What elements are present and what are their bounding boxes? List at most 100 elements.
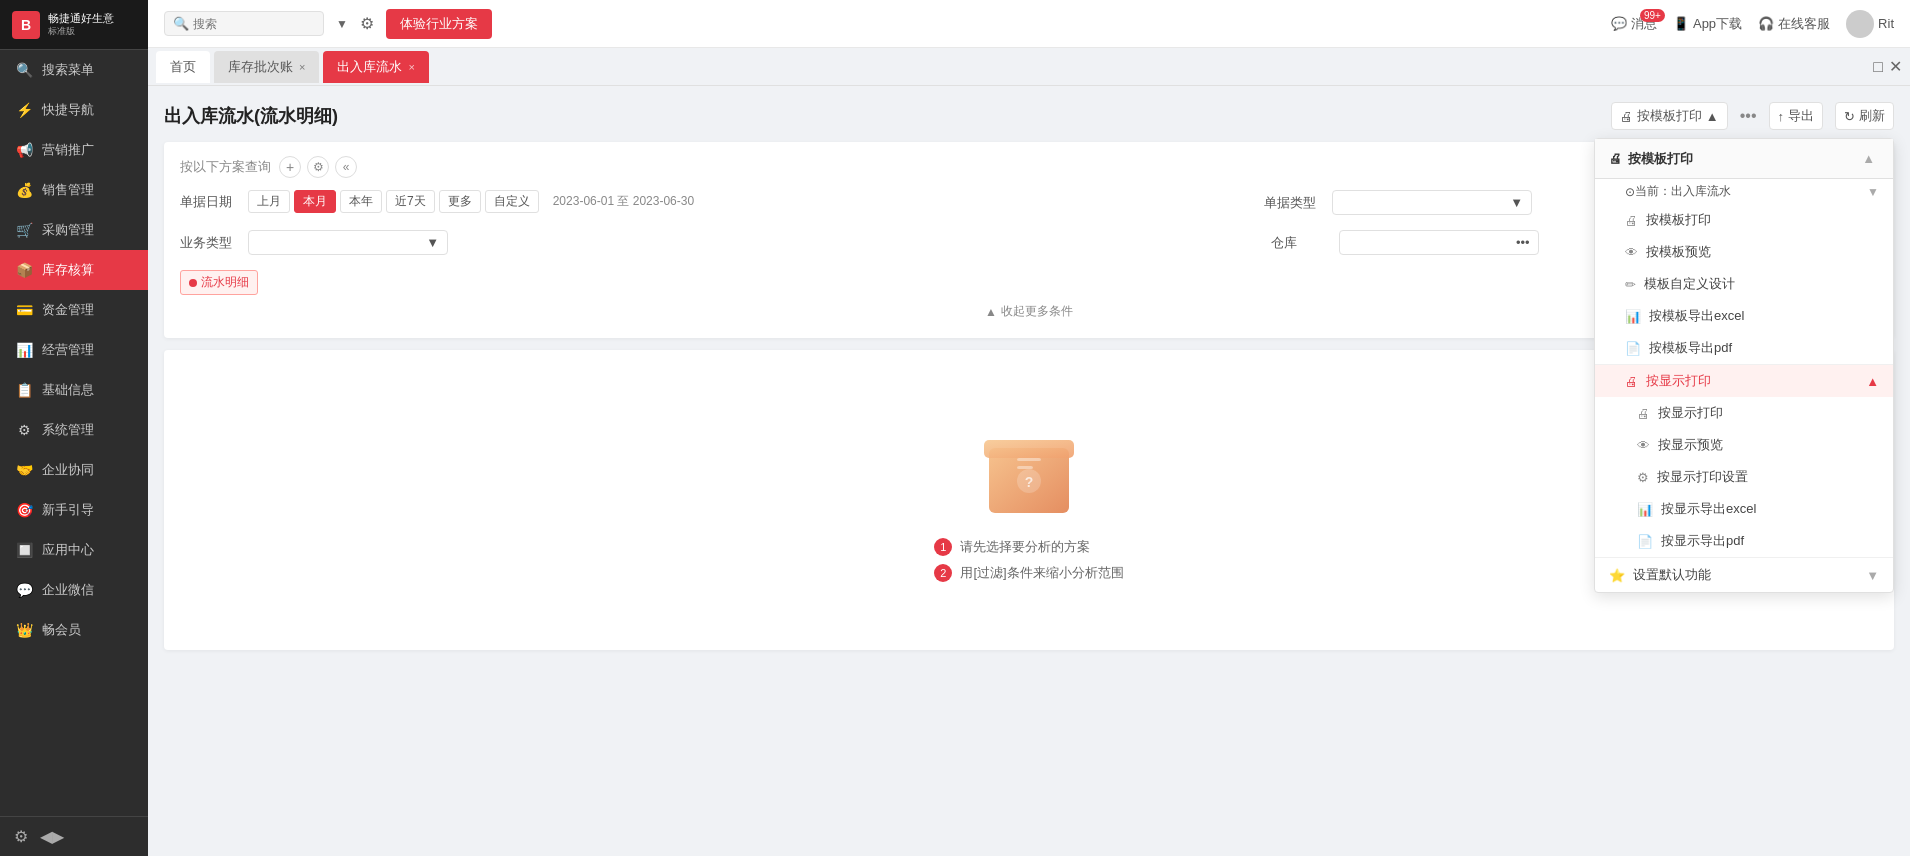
- business-type-select[interactable]: ▼: [248, 230, 448, 255]
- sidebar-item-member[interactable]: 👑 畅会员: [0, 610, 148, 650]
- display-excel-item[interactable]: 📊 按显示导出excel: [1595, 493, 1893, 525]
- set-default-item[interactable]: ⭐ 设置默认功能 ▼: [1595, 558, 1893, 592]
- sidebar-item-marketing[interactable]: 📢 营销推广: [0, 130, 148, 170]
- main-area: 🔍 ▼ ⚙ 体验行业方案 💬 消息 99+ 📱 App下载 🎧 在线客服 Rit: [148, 0, 1910, 856]
- template-print-section: ⊙ 当前：出入库流水 ▼ 🖨 按模板打印 👁 按模板预览: [1595, 179, 1893, 365]
- tab-close-all-btn[interactable]: ✕: [1889, 57, 1902, 76]
- empty-step-2-text: 用[过滤]条件来缩小分析范围: [960, 564, 1123, 582]
- date-btn-this-year[interactable]: 本年: [340, 190, 382, 213]
- sidebar-item-system[interactable]: ⚙ 系统管理: [0, 410, 148, 450]
- sidebar-item-purchase[interactable]: 🛒 采购管理: [0, 210, 148, 250]
- page-header: 出入库流水(流水明细) 🖨 按模板打印 ▲ ••• ↑ 导出 ↻ 刷新: [164, 102, 1894, 130]
- refresh-btn[interactable]: ↻ 刷新: [1835, 102, 1894, 130]
- trial-btn[interactable]: 体验行业方案: [386, 9, 492, 39]
- collapse-btn[interactable]: ▲ 收起更多条件: [973, 299, 1085, 324]
- refresh-icon: ↻: [1844, 109, 1855, 124]
- warehouse-label: 仓库: [1271, 234, 1331, 252]
- pdf-icon-2: 📄: [1637, 534, 1653, 549]
- step-num-1: 1: [934, 538, 952, 556]
- sidebar-item-quick-nav[interactable]: ⚡ 快捷导航: [0, 90, 148, 130]
- guide-icon: 🎯: [14, 500, 34, 520]
- sidebar-item-appstore[interactable]: 🔲 应用中心: [0, 530, 148, 570]
- sidebar-item-label-purchase: 采购管理: [42, 221, 94, 239]
- purchase-icon: 🛒: [14, 220, 34, 240]
- sidebar-item-enterprise[interactable]: 🤝 企业协同: [0, 450, 148, 490]
- app-logo-icon: B: [12, 11, 40, 39]
- tab-inventory-batch-close-icon[interactable]: ×: [299, 61, 305, 73]
- search-dropdown-btn[interactable]: ▼: [336, 17, 348, 31]
- set-default-label: 设置默认功能: [1633, 566, 1711, 584]
- filter-add-btn[interactable]: +: [279, 156, 301, 178]
- display-print-section-header[interactable]: 🖨 按显示打印 ▲: [1595, 365, 1893, 397]
- date-filter-label: 单据日期: [180, 193, 240, 211]
- default-icon: ⭐: [1609, 568, 1625, 583]
- tab-restore-btn[interactable]: □: [1873, 57, 1883, 76]
- filter-collapse-btn[interactable]: «: [335, 156, 357, 178]
- display-preview-item[interactable]: 👁 按显示预览: [1595, 429, 1893, 461]
- warehouse-select[interactable]: •••: [1339, 230, 1539, 255]
- current-icon: ⊙: [1625, 185, 1635, 199]
- tab-flow-close-icon[interactable]: ×: [408, 61, 414, 73]
- voucher-type-select[interactable]: ▼: [1332, 190, 1532, 215]
- print-template-label: 按模板打印: [1637, 107, 1702, 125]
- sidebar-item-operations[interactable]: 📊 经营管理: [0, 330, 148, 370]
- template-custom-label: 模板自定义设计: [1644, 275, 1735, 293]
- display-excel-label: 按显示导出excel: [1661, 500, 1756, 518]
- wechat-icon: 💬: [14, 580, 34, 600]
- sidebar-item-finance[interactable]: 💳 资金管理: [0, 290, 148, 330]
- date-btn-this-month[interactable]: 本月: [294, 190, 336, 213]
- export-btn[interactable]: ↑ 导出: [1769, 102, 1824, 130]
- collapse-sidebar-icon[interactable]: ◀▶: [40, 827, 64, 846]
- template-print-item[interactable]: 🖨 按模板打印: [1595, 204, 1893, 236]
- tab-home[interactable]: 首页: [156, 51, 210, 83]
- svg-rect-1: [984, 440, 1074, 458]
- app-name: 畅捷通好生意: [48, 11, 114, 25]
- template-excel-item[interactable]: 📊 按模板导出excel: [1595, 300, 1893, 332]
- online-service-label: 在线客服: [1778, 15, 1830, 33]
- user-avatar-btn[interactable]: Rit: [1846, 10, 1894, 38]
- template-custom-item[interactable]: ✏ 模板自定义设计: [1595, 268, 1893, 300]
- dots-btn[interactable]: •••: [1740, 107, 1757, 125]
- empty-state: ? 1 请先选择要分析的方案 2 用[过滤]条件来缩小分析范围: [934, 418, 1123, 582]
- tab-flow-label: 出入库流水: [337, 58, 402, 76]
- filter-settings-btn[interactable]: ⚙: [307, 156, 329, 178]
- tab-home-label: 首页: [170, 58, 196, 76]
- topbar-search-box[interactable]: 🔍: [164, 11, 324, 36]
- filter-chip-detail: 流水明细: [180, 270, 258, 295]
- display-print-section-label: 按显示打印: [1646, 372, 1711, 390]
- empty-step-1: 1 请先选择要分析的方案: [934, 538, 1123, 556]
- message-icon: 💬: [1611, 16, 1627, 31]
- sidebar-item-sales[interactable]: 💰 销售管理: [0, 170, 148, 210]
- template-pdf-item[interactable]: 📄 按模板导出pdf: [1595, 332, 1893, 364]
- dropdown-scroll-up[interactable]: ▲: [1858, 147, 1879, 170]
- sidebar-item-search[interactable]: 🔍 搜索菜单: [0, 50, 148, 90]
- date-btn-custom[interactable]: 自定义: [485, 190, 539, 213]
- empty-step-2: 2 用[过滤]条件来缩小分析范围: [934, 564, 1123, 582]
- topbar: 🔍 ▼ ⚙ 体验行业方案 💬 消息 99+ 📱 App下载 🎧 在线客服 Rit: [148, 0, 1910, 48]
- display-pdf-item[interactable]: 📄 按显示导出pdf: [1595, 525, 1893, 557]
- online-service-btn[interactable]: 🎧 在线客服: [1758, 15, 1830, 33]
- date-btn-more[interactable]: 更多: [439, 190, 481, 213]
- print-icon: 🖨: [1620, 109, 1633, 124]
- print-template-btn[interactable]: 🖨 按模板打印 ▲: [1611, 102, 1728, 130]
- sidebar-item-basic[interactable]: 📋 基础信息: [0, 370, 148, 410]
- topbar-gear-icon[interactable]: ⚙: [360, 14, 374, 33]
- tab-inventory-batch[interactable]: 库存批次账 ×: [214, 51, 319, 83]
- template-preview-item[interactable]: 👁 按模板预览: [1595, 236, 1893, 268]
- settings-icon[interactable]: ⚙: [14, 827, 28, 846]
- search-input[interactable]: [193, 17, 315, 31]
- date-btn-last-month[interactable]: 上月: [248, 190, 290, 213]
- sidebar-logo: B 畅捷通好生意 标准版: [0, 0, 148, 50]
- date-btn-7days[interactable]: 近7天: [386, 190, 435, 213]
- sidebar-item-label-inventory: 库存核算: [42, 261, 94, 279]
- tab-flow[interactable]: 出入库流水 ×: [323, 51, 428, 83]
- message-btn[interactable]: 💬 消息 99+: [1611, 15, 1657, 33]
- sidebar-item-guide[interactable]: 🎯 新手引导: [0, 490, 148, 530]
- current-arrow: ▼: [1867, 185, 1879, 199]
- sidebar-item-inventory[interactable]: 📦 库存核算: [0, 250, 148, 290]
- app-download-btn[interactable]: 📱 App下载: [1673, 15, 1742, 33]
- display-print-settings-item[interactable]: ⚙ 按显示打印设置: [1595, 461, 1893, 493]
- basic-icon: 📋: [14, 380, 34, 400]
- display-print-item[interactable]: 🖨 按显示打印: [1595, 397, 1893, 429]
- sidebar-item-wechat[interactable]: 💬 企业微信: [0, 570, 148, 610]
